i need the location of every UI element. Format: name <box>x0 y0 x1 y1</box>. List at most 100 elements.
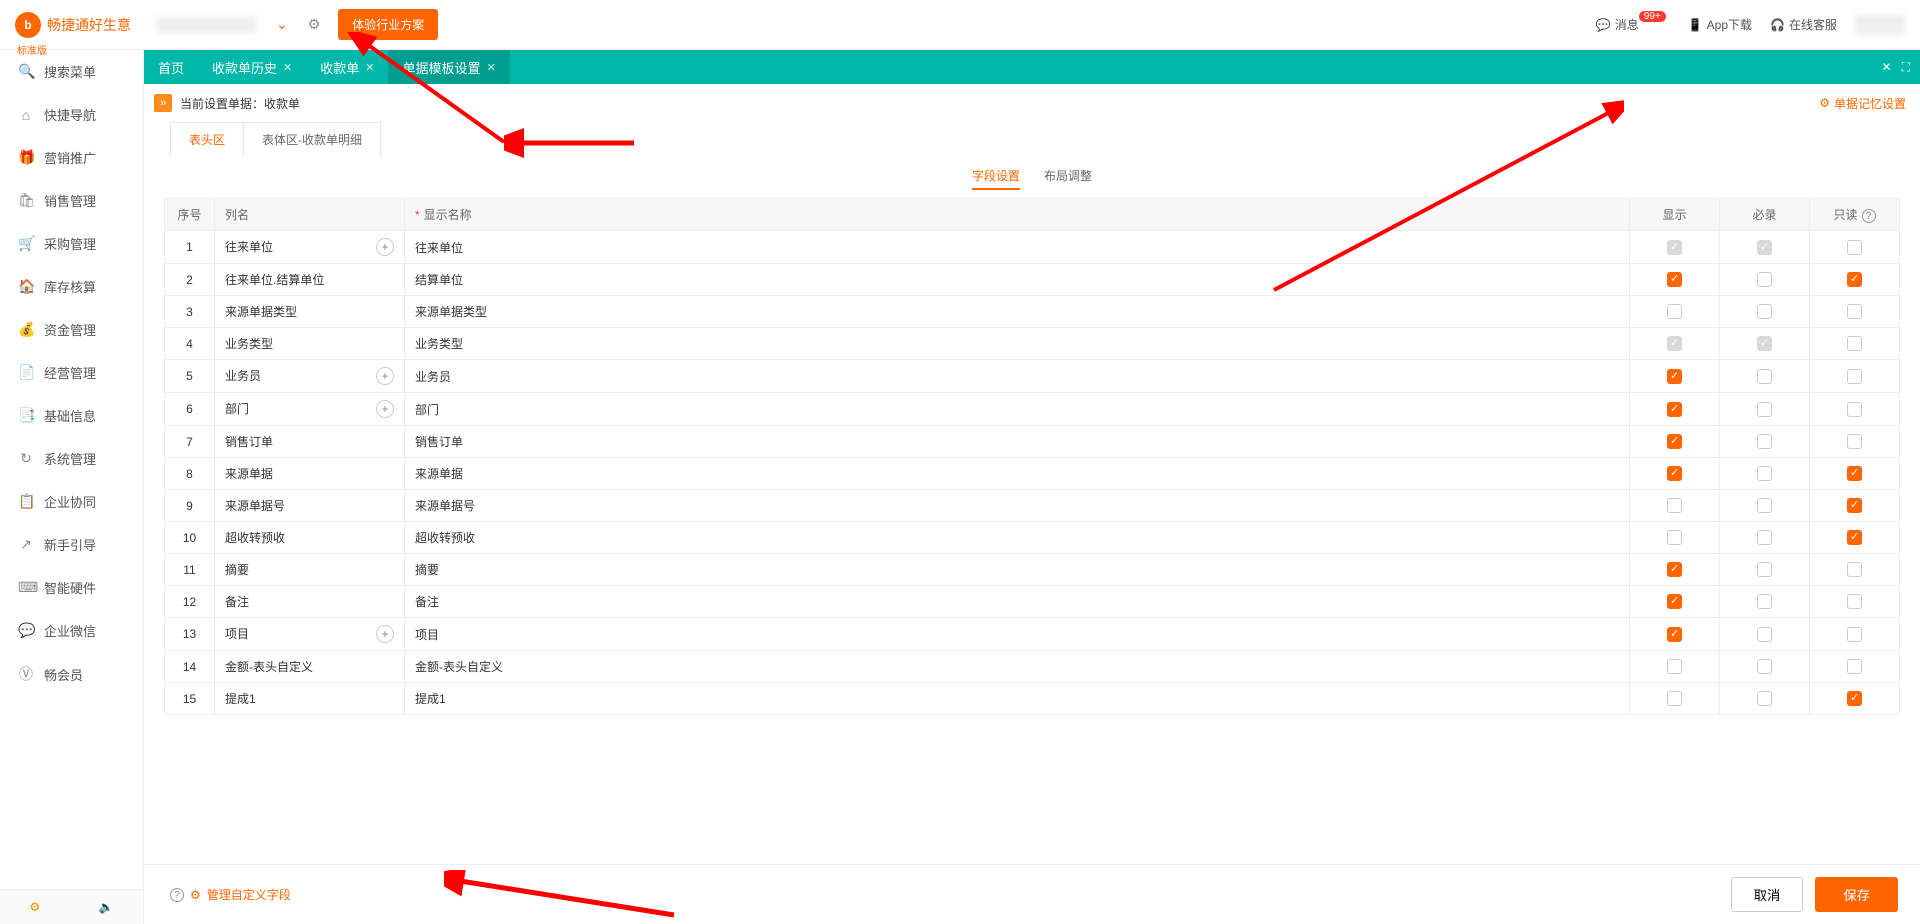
try-industry-button[interactable]: 体验行业方案 <box>338 9 438 40</box>
checkbox[interactable] <box>1757 466 1772 481</box>
cell-display-name[interactable]: 业务类型 <box>405 328 1630 360</box>
cell-display-name[interactable]: 来源单据 <box>405 458 1630 490</box>
sidebar-item[interactable]: ↻系统管理 <box>0 437 143 480</box>
add-icon[interactable]: + <box>376 625 394 643</box>
checkbox[interactable] <box>1667 594 1682 609</box>
sidebar-item[interactable]: Ⓥ畅会员 <box>0 652 143 696</box>
checkbox[interactable] <box>1847 594 1862 609</box>
close-all-tabs-icon[interactable]: ✕ <box>1882 60 1892 74</box>
checkbox[interactable] <box>1757 434 1772 449</box>
user-avatar[interactable] <box>1855 15 1905 35</box>
checkbox[interactable] <box>1847 402 1862 417</box>
sidebar-item[interactable]: ⌂快捷导航 <box>0 93 143 136</box>
checkbox[interactable] <box>1847 304 1862 319</box>
add-icon[interactable]: + <box>376 400 394 418</box>
checkbox[interactable] <box>1667 369 1682 384</box>
collapse-panel-button[interactable]: » <box>154 94 172 112</box>
page-tab[interactable]: 首页 <box>144 50 198 84</box>
add-icon[interactable]: + <box>376 367 394 385</box>
checkbox[interactable] <box>1757 562 1772 577</box>
sidebar-item[interactable]: 🛒采购管理 <box>0 222 143 265</box>
checkbox[interactable] <box>1757 498 1772 513</box>
checkbox[interactable] <box>1847 498 1862 513</box>
cell-display-name[interactable]: 销售订单 <box>405 426 1630 458</box>
tab-close-icon[interactable]: ✕ <box>365 61 374 74</box>
sub-tab[interactable]: 字段设置 <box>972 167 1020 190</box>
sidebar-item[interactable]: 🛍销售管理 <box>0 179 143 222</box>
help-icon[interactable]: ? <box>1862 209 1876 223</box>
settings-gear-icon[interactable]: ⚙ <box>308 16 321 33</box>
checkbox[interactable] <box>1667 691 1682 706</box>
sidebar-item[interactable]: 📑基础信息 <box>0 394 143 437</box>
checkbox[interactable] <box>1847 659 1862 674</box>
checkbox[interactable] <box>1667 466 1682 481</box>
messages-link[interactable]: 💬 消息 99+ <box>1596 16 1670 33</box>
checkbox[interactable] <box>1667 402 1682 417</box>
cell-display-name[interactable]: 摘要 <box>405 554 1630 586</box>
checkbox[interactable] <box>1757 627 1772 642</box>
checkbox[interactable] <box>1757 594 1772 609</box>
checkbox[interactable] <box>1757 402 1772 417</box>
sub-tab[interactable]: 布局调整 <box>1044 167 1092 190</box>
customer-service-link[interactable]: 🎧 在线客服 <box>1770 16 1837 33</box>
checkbox[interactable] <box>1757 272 1772 287</box>
cell-display-name[interactable]: 部门 <box>405 393 1630 426</box>
cell-display-name[interactable]: 备注 <box>405 586 1630 618</box>
add-icon[interactable]: + <box>376 238 394 256</box>
checkbox[interactable] <box>1847 627 1862 642</box>
checkbox[interactable] <box>1847 369 1862 384</box>
cell-display-name[interactable]: 提成1 <box>405 683 1630 715</box>
checkbox[interactable] <box>1667 304 1682 319</box>
checkbox[interactable] <box>1847 336 1862 351</box>
memory-settings-link[interactable]: ⚙ 单据记忆设置 <box>1819 95 1906 112</box>
checkbox[interactable] <box>1847 240 1862 255</box>
cell-display-name[interactable]: 来源单据号 <box>405 490 1630 522</box>
org-selector[interactable]: ⌄ <box>156 16 288 33</box>
tab-close-icon[interactable]: ✕ <box>487 61 496 74</box>
sidebar-item[interactable]: 🎁营销推广 <box>0 136 143 179</box>
page-tab[interactable]: 收款单✕ <box>306 50 388 84</box>
checkbox[interactable] <box>1667 562 1682 577</box>
checkbox[interactable] <box>1667 272 1682 287</box>
checkbox[interactable] <box>1847 562 1862 577</box>
cell-display-name[interactable]: 项目 <box>405 618 1630 651</box>
checkbox[interactable] <box>1667 498 1682 513</box>
checkbox[interactable] <box>1757 659 1772 674</box>
checkbox[interactable] <box>1757 691 1772 706</box>
sidebar-settings-icon[interactable]: ⚙ <box>29 900 40 914</box>
checkbox[interactable] <box>1667 434 1682 449</box>
sidebar-item[interactable]: 🏠库存核算 <box>0 265 143 308</box>
page-tab[interactable]: 收款单历史✕ <box>198 50 306 84</box>
section-tab[interactable]: 表体区-收款单明细 <box>243 122 381 157</box>
help-icon[interactable]: ? <box>170 888 184 902</box>
checkbox[interactable] <box>1667 627 1682 642</box>
manage-custom-fields-link[interactable]: 管理自定义字段 <box>207 886 291 903</box>
sidebar-item[interactable]: 🔍搜索菜单 <box>0 50 143 93</box>
cell-display-name[interactable]: 业务员 <box>405 360 1630 393</box>
checkbox[interactable] <box>1847 530 1862 545</box>
checkbox[interactable] <box>1667 530 1682 545</box>
checkbox[interactable] <box>1847 272 1862 287</box>
checkbox[interactable] <box>1847 691 1862 706</box>
sidebar-item[interactable]: 📋企业协同 <box>0 480 143 523</box>
page-tab[interactable]: 单据模板设置✕ <box>388 50 509 84</box>
fullscreen-icon[interactable]: ⛶ <box>1902 60 1910 75</box>
sidebar-sound-icon[interactable]: 🔈 <box>99 900 114 914</box>
cell-display-name[interactable]: 结算单位 <box>405 264 1630 296</box>
save-button[interactable]: 保存 <box>1815 877 1898 912</box>
checkbox[interactable] <box>1847 466 1862 481</box>
cell-display-name[interactable]: 来源单据类型 <box>405 296 1630 328</box>
cell-display-name[interactable]: 往来单位 <box>405 231 1630 264</box>
sidebar-item[interactable]: 💰资金管理 <box>0 308 143 351</box>
sidebar-item[interactable]: ⌨智能硬件 <box>0 566 143 609</box>
sidebar-item[interactable]: 💬企业微信 <box>0 609 143 652</box>
checkbox[interactable] <box>1757 304 1772 319</box>
tab-close-icon[interactable]: ✕ <box>283 61 292 74</box>
sidebar-item[interactable]: 📄经营管理 <box>0 351 143 394</box>
sidebar-item[interactable]: ↗新手引导 <box>0 523 143 566</box>
app-download-link[interactable]: 📱 App下载 <box>1688 16 1752 33</box>
cancel-button[interactable]: 取消 <box>1731 877 1804 912</box>
checkbox[interactable] <box>1757 369 1772 384</box>
cell-display-name[interactable]: 金额-表头自定义 <box>405 651 1630 683</box>
cell-display-name[interactable]: 超收转预收 <box>405 522 1630 554</box>
